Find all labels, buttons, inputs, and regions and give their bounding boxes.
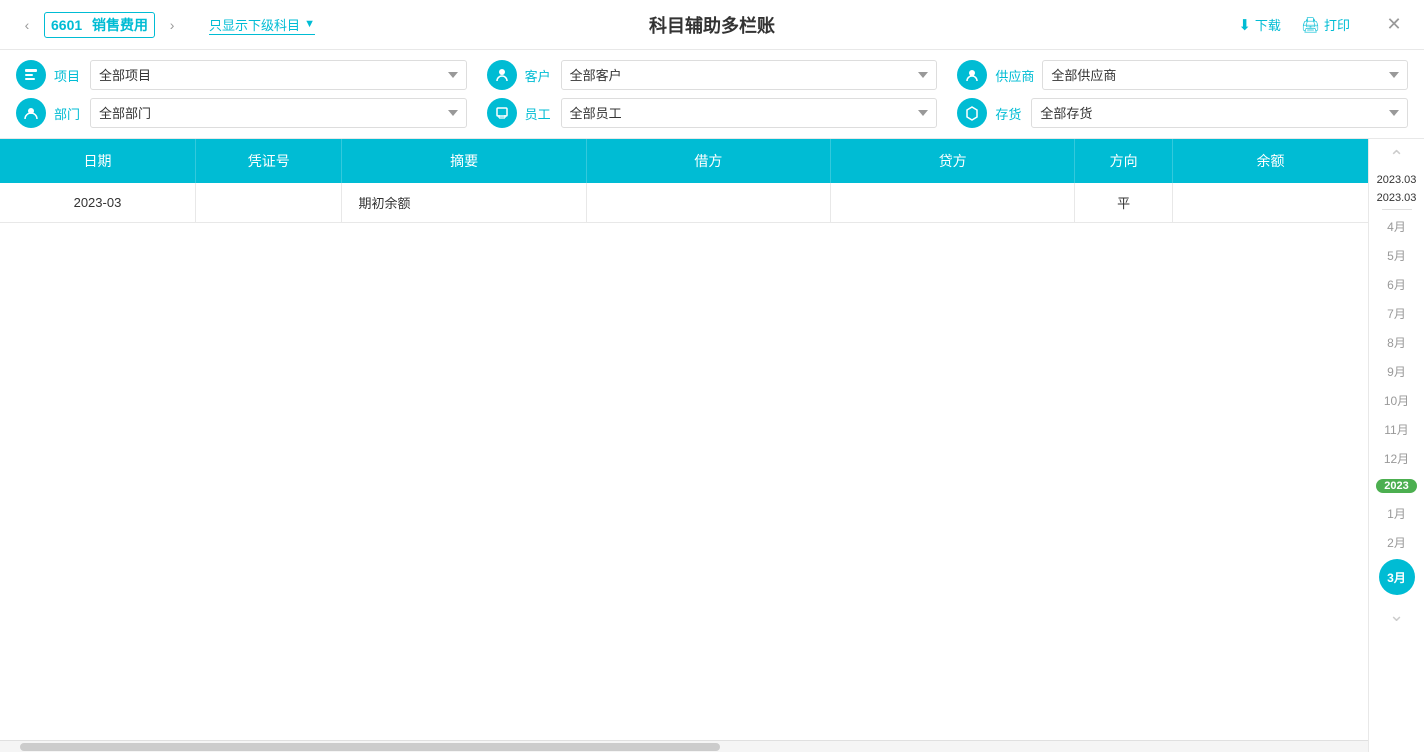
project-select[interactable]: 全部项目 (90, 60, 467, 90)
timeline-down-button[interactable]: ⌄ (1383, 601, 1411, 629)
project-icon (16, 60, 46, 90)
department-select[interactable]: 全部部门 (90, 98, 467, 128)
employee-select[interactable]: 全部员工 (561, 98, 938, 128)
col-debit: 借方 (586, 139, 830, 183)
print-icon: 🖨 (1301, 16, 1320, 34)
content-area: 日期 凭证号 摘要 借方 贷方 方向 余额 2023-03 期初余额 平 (0, 139, 1424, 752)
title-actions: ⬇ 下载 🖨 打印 ✕ (1238, 11, 1408, 39)
cell-balance (1173, 183, 1368, 223)
supplier-label: 供应商 (995, 66, 1034, 85)
col-direction: 方向 (1075, 139, 1173, 183)
col-summary: 摘要 (342, 139, 586, 183)
timeline-month-8[interactable]: 8月 (1369, 328, 1424, 357)
timeline-month-5[interactable]: 5月 (1369, 241, 1424, 270)
employee-label: 员工 (525, 104, 553, 123)
nav-next-button[interactable]: › (161, 14, 183, 36)
employee-filter: 员工 全部员工 (487, 98, 938, 128)
project-filter: 项目 全部项目 (16, 60, 467, 90)
department-label: 部门 (54, 104, 82, 123)
timeline-month-11[interactable]: 11月 (1369, 415, 1424, 444)
supplier-select[interactable]: 全部供应商 (1042, 60, 1408, 90)
inventory-label: 存货 (995, 104, 1023, 123)
customer-label: 客户 (525, 66, 553, 85)
cell-credit (831, 183, 1075, 223)
nav-prev-button[interactable]: ‹ (16, 14, 38, 36)
horizontal-scrollbar[interactable] (0, 740, 1368, 752)
timeline-month-2[interactable]: 2月 (1369, 528, 1424, 557)
col-balance: 余额 (1173, 139, 1368, 183)
download-icon: ⬇ (1238, 16, 1251, 34)
cell-voucher (195, 183, 342, 223)
filter-bar: 项目 全部项目 客户 全部客户 供应商 全部供应商 (0, 50, 1424, 139)
nav-section: ‹ 6601 销售费用 › 只显示下级科目 ▼ (16, 12, 315, 38)
main-table-area: 日期 凭证号 摘要 借方 贷方 方向 余额 2023-03 期初余额 平 (0, 139, 1368, 752)
ledger-table: 日期 凭证号 摘要 借方 贷方 方向 余额 2023-03 期初余额 平 (0, 139, 1368, 223)
inventory-filter: 存货 全部存货 (957, 98, 1408, 128)
table-header-row: 日期 凭证号 摘要 借方 贷方 方向 余额 (0, 139, 1368, 183)
col-date: 日期 (0, 139, 195, 183)
cell-summary: 期初余额 (342, 183, 586, 223)
timeline-month-6[interactable]: 6月 (1369, 270, 1424, 299)
download-button[interactable]: ⬇ 下载 (1238, 15, 1281, 34)
print-button[interactable]: 🖨 打印 (1301, 15, 1350, 34)
timeline-month-4[interactable]: 4月 (1369, 212, 1424, 241)
close-button[interactable]: ✕ (1380, 11, 1408, 39)
show-sub-button[interactable]: 只显示下级科目 ▼ (209, 15, 315, 35)
inventory-icon (957, 98, 987, 128)
project-label: 项目 (54, 66, 82, 85)
timeline-month-9[interactable]: 9月 (1369, 357, 1424, 386)
cell-date: 2023-03 (0, 183, 195, 223)
department-icon (16, 98, 46, 128)
employee-icon (487, 98, 517, 128)
scrollbar-thumb (20, 743, 720, 751)
timeline-month-7[interactable]: 7月 (1369, 299, 1424, 328)
inventory-select[interactable]: 全部存货 (1031, 98, 1408, 128)
timeline-month-12[interactable]: 12月 (1369, 444, 1424, 473)
supplier-icon (957, 60, 987, 90)
timeline-month-1[interactable]: 1月 (1369, 499, 1424, 528)
timeline-year-2023[interactable]: 2023 (1369, 473, 1424, 499)
supplier-filter: 供应商 全部供应商 (957, 60, 1408, 90)
year-badge-label: 2023 (1376, 479, 1416, 493)
department-filter: 部门 全部部门 (16, 98, 467, 128)
timeline-up-button[interactable]: ⌃ (1383, 143, 1411, 171)
cell-direction: 平 (1075, 183, 1173, 223)
chevron-down-icon: ▼ (304, 18, 315, 30)
col-voucher: 凭证号 (195, 139, 342, 183)
timeline-header-1: 2023.03 (1369, 171, 1424, 189)
right-timeline: ⌃ 2023.03 2023.03 4月 5月 6月 7月 8月 9月 10月 … (1368, 139, 1424, 752)
table-wrapper[interactable]: 日期 凭证号 摘要 借方 贷方 方向 余额 2023-03 期初余额 平 (0, 139, 1368, 740)
customer-icon (487, 60, 517, 90)
timeline-separator (1382, 209, 1412, 210)
col-credit: 贷方 (831, 139, 1075, 183)
timeline-month-10[interactable]: 10月 (1369, 386, 1424, 415)
main-window: ‹ 6601 销售费用 › 只显示下级科目 ▼ 科目辅助多栏账 ⬇ 下载 🖨 打… (0, 0, 1424, 752)
customer-filter: 客户 全部客户 (487, 60, 938, 90)
timeline-header-2: 2023.03 (1369, 189, 1424, 207)
title-bar: ‹ 6601 销售费用 › 只显示下级科目 ▼ 科目辅助多栏账 ⬇ 下载 🖨 打… (0, 0, 1424, 50)
account-code: 6601 销售费用 (44, 12, 155, 38)
cell-debit (586, 183, 830, 223)
table-row: 2023-03 期初余额 平 (0, 183, 1368, 223)
customer-select[interactable]: 全部客户 (561, 60, 938, 90)
timeline-month-3-active[interactable]: 3月 (1379, 559, 1415, 595)
page-title: 科目辅助多栏账 (649, 12, 775, 38)
